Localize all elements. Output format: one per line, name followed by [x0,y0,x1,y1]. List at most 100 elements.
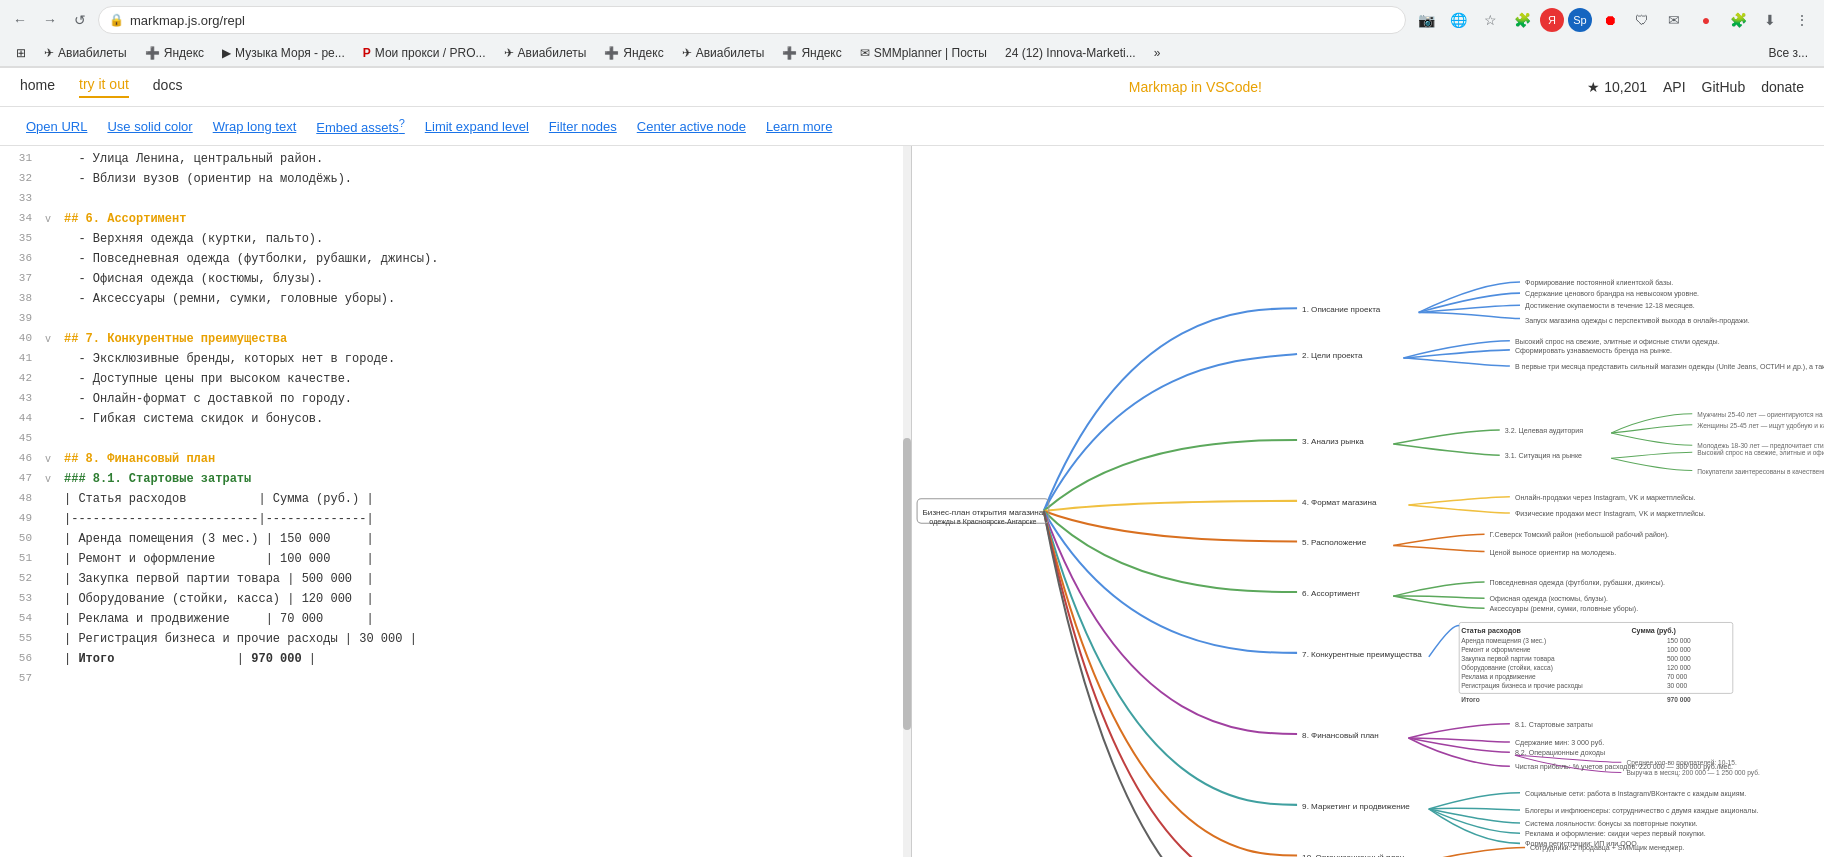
line-content[interactable]: - Офисная одежда (костюмы, блузы). [56,270,911,290]
browser-actions: 📷 🌐 ☆ 🧩 Я Sp ⏺ 🛡 ✉ ● 🧩 ⬇ ⋮ [1412,6,1816,34]
fold-indicator [40,350,56,370]
toolbar-embed-assets[interactable]: Embed assets? [306,113,415,139]
star-icon: ★ [1587,79,1600,95]
line-content[interactable]: ### 8.1. Стартовые затраты [56,470,911,490]
line-content[interactable]: - Доступные цены при высоком качестве. [56,370,911,390]
line-content[interactable]: - Гибкая система скидок и бонусов. [56,410,911,430]
record-button[interactable]: ⏺ [1596,6,1624,34]
toolbar-open-url[interactable]: Open URL [16,115,97,138]
scrollbar[interactable] [903,146,911,857]
line-content[interactable]: - Вблизи вузов (ориентир на молодёжь). [56,170,911,190]
line-content[interactable]: ## 6. Ассортимент [56,210,911,230]
line-content[interactable]: ## 8. Финансовый план [56,450,911,470]
editor-line: 55| Регистрация бизнеса и прочие расходы… [0,630,911,650]
toolbar-learn-more[interactable]: Learn more [756,115,842,138]
bookmark-allz[interactable]: Все з... [1760,43,1816,63]
editor-line: 41 - Эксклюзивные бренды, которых нет в … [0,350,911,370]
bookmark-overflow[interactable]: » [1146,43,1169,63]
line-content[interactable]: - Верхняя одежда (куртки, пальто). [56,230,911,250]
line-content[interactable]: - Эксклюзивные бренды, которых нет в гор… [56,350,911,370]
line-content[interactable]: | Статья расходов | Сумма (руб.) | [56,490,911,510]
menu-button[interactable]: ⋮ [1788,6,1816,34]
line-content[interactable]: - Улица Ленина, центральный район. [56,150,911,170]
toolbar-center-node[interactable]: Center active node [627,115,756,138]
header-right: ★ 10,201 API GitHub donate [1587,79,1804,95]
bookmark-yandex-3[interactable]: ➕ Яндекс [774,43,849,63]
fold-indicator[interactable]: v [40,210,56,230]
markmap-visualization[interactable]: Бизнес-план открытия магазина одежды в К… [912,146,1824,857]
line-content[interactable]: | Реклама и продвижение | 70 000 | [56,610,911,630]
editor-line: 56 | Итого | 970 000 | [0,650,911,670]
bookmark-proxy[interactable]: P Мои прокси / PRO... [355,43,494,63]
nav-docs[interactable]: docs [153,77,183,97]
line-content[interactable]: | Оборудование (стойки, касса) | 120 000… [56,590,911,610]
bookmark-smmplanner[interactable]: ✉ SMMplanner | Посты [852,43,995,63]
extensions-button[interactable]: 🧩 [1508,6,1536,34]
fold-indicator [40,230,56,250]
reload-button[interactable]: ↺ [68,8,92,32]
line-content[interactable]: - Аксессуары (ремни, сумки, головные убо… [56,290,911,310]
puzzle-button[interactable]: 🧩 [1724,6,1752,34]
bookmark-aviabilety-3[interactable]: ✈ Авиабилеты [674,43,773,63]
line-content[interactable]: | Ремонт и оформление | 100 000 | [56,550,911,570]
line-content[interactable] [56,430,911,450]
bookmark-yandex-1[interactable]: ➕ Яндекс [137,43,212,63]
more-button[interactable]: ● [1692,6,1720,34]
svg-text:3.2. Целевая аудитория: 3.2. Целевая аудитория [1505,427,1583,435]
github-link[interactable]: GitHub [1702,79,1746,95]
bookmark-apps[interactable]: ⊞ [8,43,34,63]
editor-line: 50| Аренда помещения (3 мес.) | 150 000 … [0,530,911,550]
line-content[interactable]: | Закупка первой партии товара | 500 000… [56,570,911,590]
line-content[interactable] [56,670,911,690]
download-button[interactable]: ⬇ [1756,6,1784,34]
bookmark-aviabilety-2[interactable]: ✈ Авиабилеты [496,43,595,63]
shield-button[interactable]: 🛡 [1628,6,1656,34]
fold-indicator[interactable]: v [40,470,56,490]
api-link[interactable]: API [1663,79,1686,95]
line-content[interactable] [56,310,911,330]
screenshot-button[interactable]: 📷 [1412,6,1440,34]
editor-line: 53| Оборудование (стойки, касса) | 120 0… [0,590,911,610]
forward-button[interactable]: → [38,8,62,32]
translate-button[interactable]: 🌐 [1444,6,1472,34]
bookmark-button[interactable]: ☆ [1476,6,1504,34]
svg-text:Сдержание ценового брандра на : Сдержание ценового брандра на невысоком … [1525,291,1699,299]
fold-indicator [40,250,56,270]
editor-line: 40v## 7. Конкурентные преимущества [0,330,911,350]
toolbar-wrap-text[interactable]: Wrap long text [203,115,307,138]
question-mark-icon: ? [399,117,405,129]
line-number: 56 [0,650,40,670]
line-content[interactable]: ## 7. Конкурентные преимущества [56,330,911,350]
line-content[interactable]: - Повседневная одежда (футболки, рубашки… [56,250,911,270]
donate-link[interactable]: donate [1761,79,1804,95]
line-content[interactable]: |--------------------------|------------… [56,510,911,530]
editor-content[interactable]: 31 - Улица Ленина, центральный район.32 … [0,146,911,857]
line-number: 34 [0,210,40,230]
vscode-cta[interactable]: Markmap in VSCode! [1129,79,1262,95]
line-content[interactable]: | Аренда помещения (3 мес.) | 150 000 | [56,530,911,550]
fold-indicator [40,390,56,410]
editor-line: 49|--------------------------|----------… [0,510,911,530]
bookmark-aviabilety-1[interactable]: ✈ Авиабилеты [36,43,135,63]
bookmark-innova[interactable]: 24 (12) Innova-Marketi... [997,43,1144,63]
back-button[interactable]: ← [8,8,32,32]
bookmark-yandex-2[interactable]: ➕ Яндекс [596,43,671,63]
bookmark-music[interactable]: ▶ Музыка Моря - ре... [214,43,353,63]
line-content[interactable]: | Регистрация бизнеса и прочие расходы |… [56,630,911,650]
profile-y-button[interactable]: Я [1540,8,1564,32]
line-content[interactable]: | Итого | 970 000 | [56,650,911,670]
fold-indicator[interactable]: v [40,450,56,470]
toolbar-filter-nodes[interactable]: Filter nodes [539,115,627,138]
nav-try-it-out[interactable]: try it out [79,76,129,98]
toolbar-solid-color[interactable]: Use solid color [97,115,202,138]
toolbar-limit-expand[interactable]: Limit expand level [415,115,539,138]
mail-button[interactable]: ✉ [1660,6,1688,34]
profile-s-button[interactable]: Sp [1568,8,1592,32]
fold-indicator[interactable]: v [40,330,56,350]
line-content[interactable]: - Онлайн-формат с доставкой по городу. [56,390,911,410]
line-content[interactable] [56,190,911,210]
bookmark-icon-2: ➕ [145,46,160,60]
nav-home[interactable]: home [20,77,55,97]
address-bar[interactable]: 🔒 markmap.js.org/repl [98,6,1406,34]
scrollbar-thumb[interactable] [903,438,911,730]
